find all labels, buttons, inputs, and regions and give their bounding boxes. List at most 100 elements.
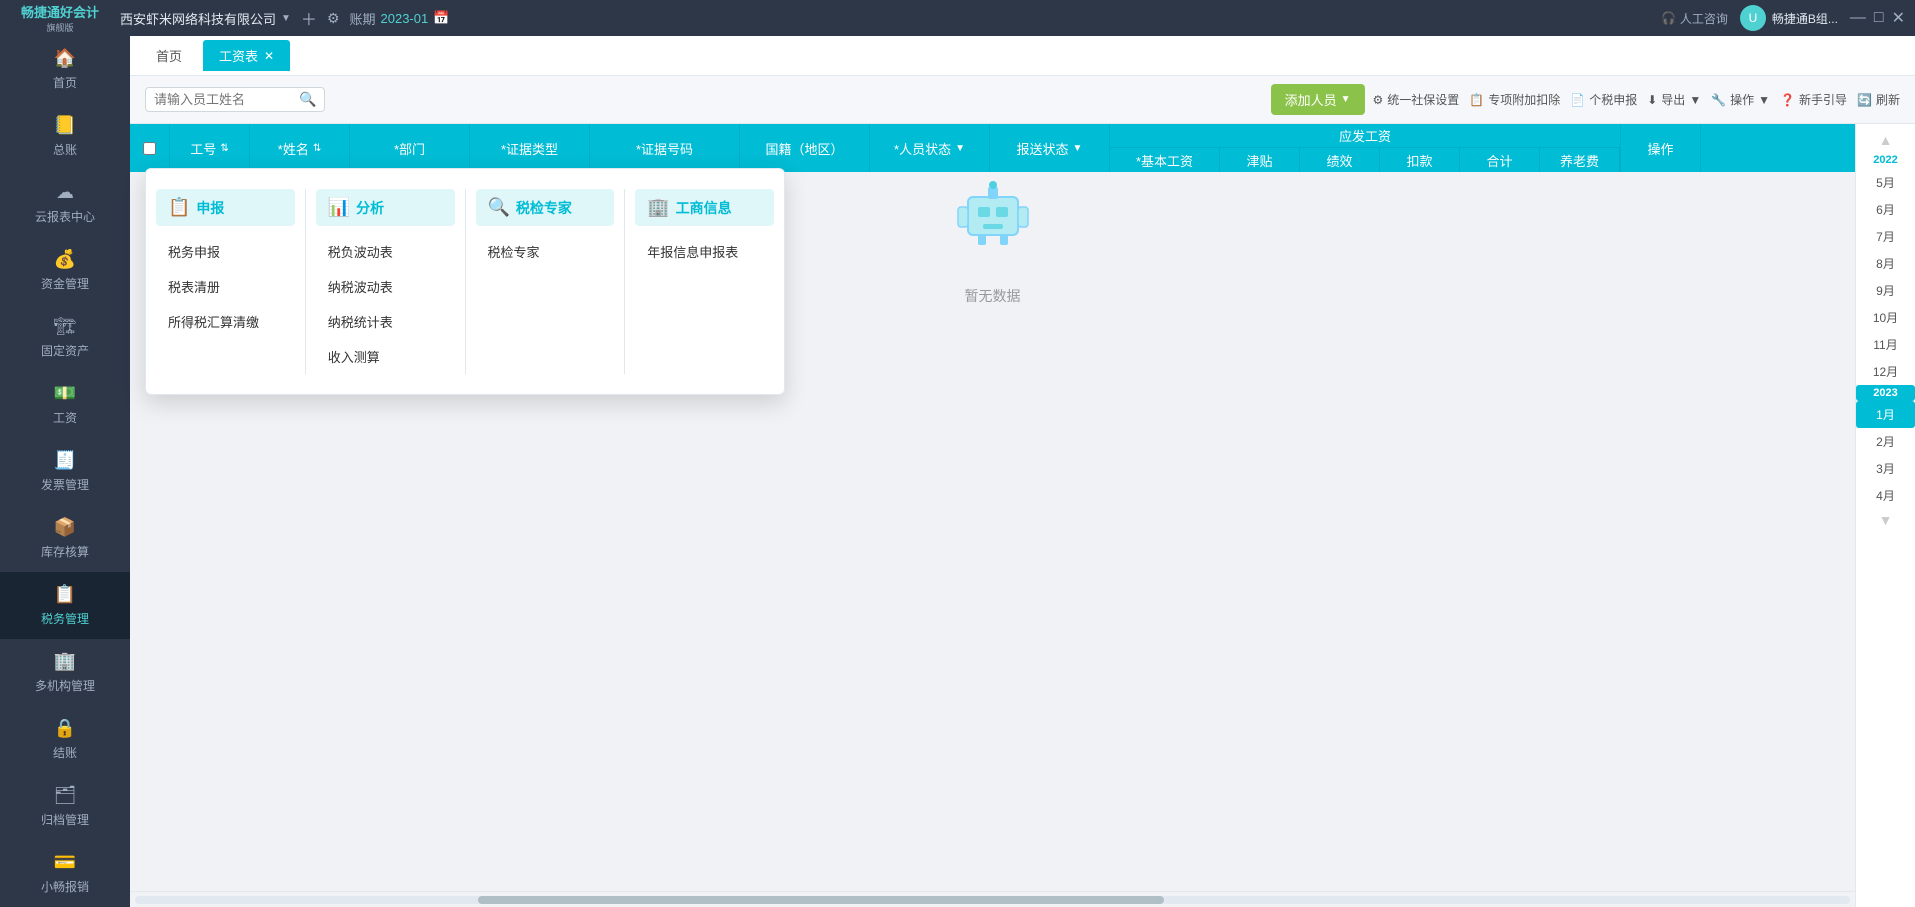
emp-no-sort-icon[interactable]: ⇅: [220, 143, 228, 154]
select-all-checkbox[interactable]: [143, 142, 156, 155]
th-dept: *部门: [350, 124, 470, 172]
tab-home[interactable]: 首页: [140, 40, 198, 71]
search-icon[interactable]: 🔍: [299, 91, 316, 108]
minimize-icon[interactable]: —: [1850, 9, 1866, 27]
sidebar-label-cloud: 云报表中心: [35, 208, 95, 225]
tax-report-item[interactable]: 税务申报: [156, 234, 295, 269]
content-area: 首页 工资表 ✕ 🔍 添加人员 ▼ ⚙ 统一社保设置: [130, 36, 1915, 907]
action-special-deduction[interactable]: 📋 专项附加扣除: [1469, 91, 1560, 108]
cal-month-12[interactable]: 12月: [1856, 358, 1915, 385]
add-company-button[interactable]: ＋: [301, 6, 317, 30]
export-icon: ⬇: [1647, 93, 1657, 107]
cal-month-10[interactable]: 10月: [1856, 304, 1915, 331]
action-new-guide[interactable]: ❓ 新手引导: [1780, 91, 1847, 108]
cal-month-9[interactable]: 9月: [1856, 277, 1915, 304]
sidebar-label-expense: 小畅报销: [41, 878, 89, 895]
sidebar-item-close-period[interactable]: 🔒 结账: [0, 706, 130, 773]
th-id-no: *证据号码: [590, 124, 740, 172]
horizontal-scrollbar[interactable]: [130, 891, 1855, 907]
sidebar-item-ledger[interactable]: 📒 总账: [0, 103, 130, 170]
sidebar-item-inventory[interactable]: 📦 库存核算: [0, 505, 130, 572]
name-sort-icon[interactable]: ⇅: [313, 143, 321, 154]
tax-form-item[interactable]: 税表清册: [156, 269, 295, 304]
th-checkbox[interactable]: [130, 124, 170, 172]
company-selector[interactable]: 西安虾米网络科技有限公司 ▼: [120, 9, 291, 28]
scrollbar-thumb[interactable]: [478, 896, 1164, 904]
cal-month-1-2023[interactable]: 1月: [1856, 401, 1915, 428]
search-input[interactable]: [154, 92, 294, 107]
add-person-button[interactable]: 添加人员 ▼: [1271, 84, 1365, 115]
cal-month-11[interactable]: 11月: [1856, 331, 1915, 358]
income-tax-calc-item[interactable]: 所得税汇算清缴: [156, 304, 295, 339]
calendar-icon[interactable]: 📅: [433, 10, 449, 26]
action-social-security[interactable]: ⚙ 统一社保设置: [1373, 91, 1460, 108]
declaration-icon: 📋: [168, 197, 190, 218]
annual-report-item[interactable]: 年报信息申报表: [635, 234, 774, 269]
annual-report-label: 年报信息申报表: [647, 245, 738, 260]
scrollbar-track[interactable]: [135, 896, 1850, 904]
search-wrap[interactable]: 🔍: [145, 87, 325, 112]
action-operations[interactable]: 🔧 操作 ▼: [1711, 91, 1770, 108]
action-export[interactable]: ⬇ 导出 ▼: [1647, 91, 1701, 108]
status-filter-icon[interactable]: ▼: [955, 143, 965, 154]
th-wage-sub-cols: *基本工资 津贴 绩效 扣款 合计 养老费: [1110, 148, 1620, 172]
personal-tax-icon: 📄: [1570, 93, 1585, 107]
support-button[interactable]: 🎧 人工咨询: [1661, 10, 1728, 27]
sidebar-item-archive[interactable]: 🗂 归档管理: [0, 773, 130, 840]
top-bar: 畅捷通好会计 旗舰版 西安虾米网络科技有限公司 ▼ ＋ ⚙ 账期 2023-01…: [0, 0, 1915, 36]
cal-month-3-2023[interactable]: 3月: [1856, 455, 1915, 482]
sidebar: 🏠 首页 📒 总账 ☁ 云报表中心 💰 资金管理 🏗 固定资产 💵 工资 🧾 发…: [0, 36, 130, 907]
sidebar-item-tax[interactable]: 📋 税务管理: [0, 572, 130, 639]
sidebar-item-fund[interactable]: 💰 资金管理: [0, 237, 130, 304]
th-deduction: 扣款: [1380, 148, 1460, 172]
analysis-label: 分析: [356, 198, 384, 218]
sidebar-item-expense[interactable]: 💳 小畅报销: [0, 840, 130, 907]
income-check-item[interactable]: 收入测算: [316, 339, 455, 374]
th-pension: 养老费: [1540, 148, 1620, 172]
close-period-icon: 🔒: [54, 718, 76, 739]
tax-expert-item[interactable]: 税检专家: [476, 234, 615, 269]
company-dropdown-icon: ▼: [281, 13, 291, 24]
tax-stat-item[interactable]: 纳税统计表: [316, 304, 455, 339]
tax-burden-item[interactable]: 税负波动表: [316, 234, 455, 269]
sidebar-item-fixed-assets[interactable]: 🏗 固定资产: [0, 304, 130, 371]
sidebar-item-invoice[interactable]: 🧾 发票管理: [0, 438, 130, 505]
sidebar-item-home[interactable]: 🏠 首页: [0, 36, 130, 103]
cal-up-nav[interactable]: ▲: [1879, 129, 1893, 151]
dropdown-cols: 📋 申报 税务申报 税表清册 所得税汇算清缴 📊 分析 税负波动表: [146, 179, 784, 384]
sidebar-item-multi-org[interactable]: 🏢 多机构管理: [0, 639, 130, 706]
sidebar-label-close: 结账: [53, 744, 77, 761]
maximize-icon[interactable]: □: [1874, 9, 1884, 27]
add-person-label: 添加人员: [1285, 90, 1337, 109]
user-menu[interactable]: U 畅捷通B组...: [1740, 5, 1838, 31]
tab-close-button[interactable]: ✕: [264, 49, 274, 63]
cal-month-5[interactable]: 5月: [1856, 169, 1915, 196]
social-security-label: 统一社保设置: [1387, 91, 1459, 108]
settings-icon[interactable]: ⚙: [327, 10, 340, 27]
tab-payroll-label: 工资表: [219, 46, 258, 65]
cal-month-6[interactable]: 6月: [1856, 196, 1915, 223]
th-id-type-label: *证据类型: [501, 139, 558, 158]
sidebar-item-payroll[interactable]: 💵 工资: [0, 371, 130, 438]
sidebar-label-inventory: 库存核算: [41, 543, 89, 560]
cal-down-nav[interactable]: ▼: [1879, 509, 1893, 531]
cal-month-7[interactable]: 7月: [1856, 223, 1915, 250]
cal-month-4-2023[interactable]: 4月: [1856, 482, 1915, 509]
tab-payroll-table[interactable]: 工资表 ✕: [203, 40, 290, 71]
cal-month-8[interactable]: 8月: [1856, 250, 1915, 277]
close-icon[interactable]: ✕: [1892, 8, 1905, 28]
app-edition: 旗舰版: [46, 21, 73, 34]
tax-dynamic-item[interactable]: 纳税波动表: [316, 269, 455, 304]
sidebar-item-cloud-report[interactable]: ☁ 云报表中心: [0, 170, 130, 237]
new-guide-label: 新手引导: [1799, 91, 1847, 108]
dropdown-col-analysis: 📊 分析 税负波动表 纳税波动表 纳税统计表 收入测算: [306, 189, 466, 374]
sidebar-label-payroll: 工资: [53, 409, 77, 426]
th-id-no-label: *证据号码: [636, 139, 693, 158]
report-status-filter-icon[interactable]: ▼: [1073, 143, 1083, 154]
action-personal-tax[interactable]: 📄 个税申报: [1570, 91, 1637, 108]
action-refresh[interactable]: 🔄 刷新: [1857, 91, 1900, 108]
income-tax-calc-label: 所得税汇算清缴: [168, 315, 259, 330]
cal-month-2-2023[interactable]: 2月: [1856, 428, 1915, 455]
th-total: 合计: [1460, 148, 1540, 172]
th-emp-no: 工号 ⇅: [170, 124, 250, 172]
